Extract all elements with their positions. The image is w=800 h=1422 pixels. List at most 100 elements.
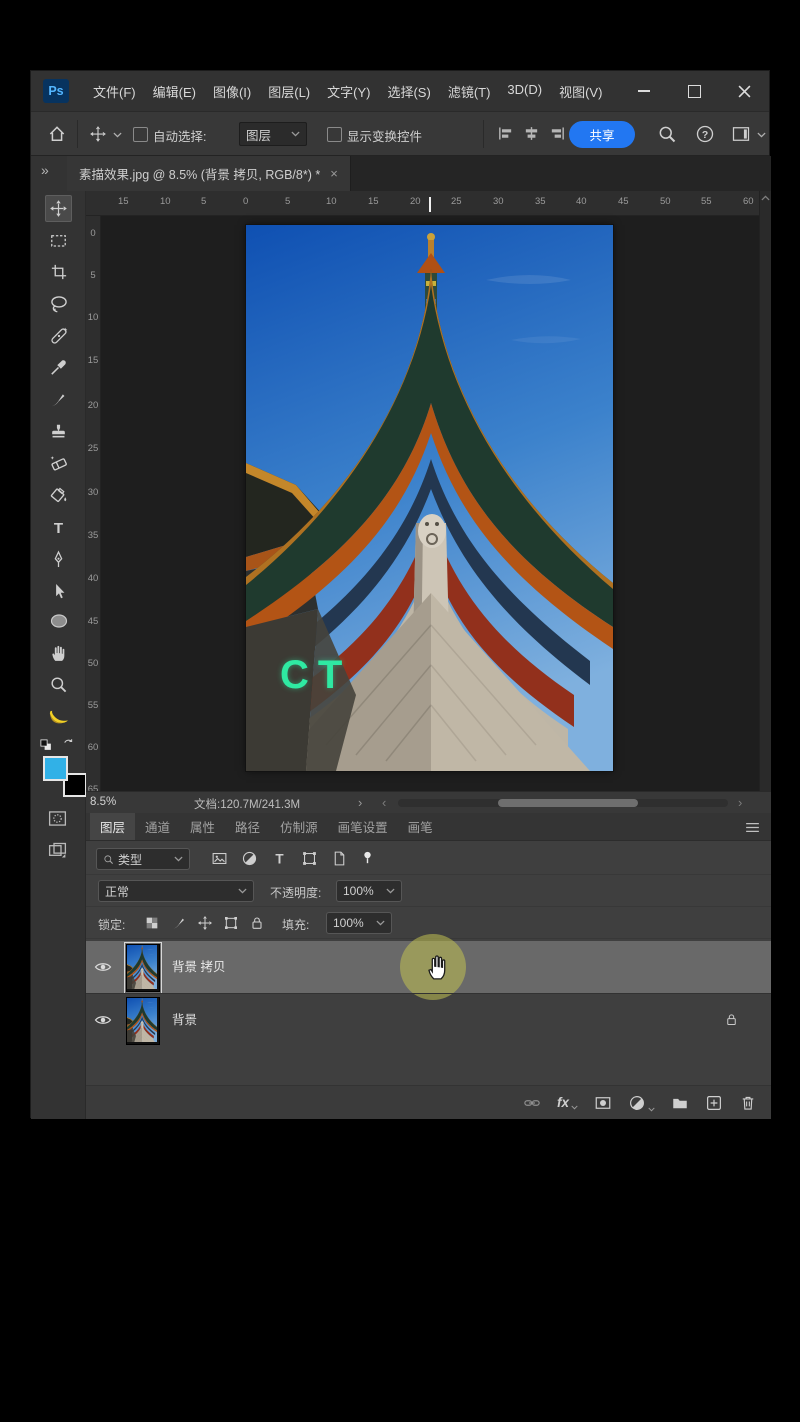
layer-thumbnail[interactable] — [123, 941, 163, 995]
layer-name[interactable]: 背景 拷贝 — [172, 941, 225, 993]
tab-properties[interactable]: 属性 — [180, 813, 225, 840]
lock-all-icon[interactable] — [249, 915, 265, 931]
align-right-icon[interactable] — [549, 125, 566, 142]
crop-tool[interactable] — [45, 258, 72, 285]
layer-row-background-copy[interactable]: 背景 拷贝 — [86, 934, 771, 1000]
banana-tool[interactable] — [45, 703, 72, 730]
move-tool[interactable] — [45, 195, 72, 222]
scroll-left-icon[interactable]: ‹ — [382, 795, 386, 810]
scroll-right-icon[interactable]: › — [738, 795, 742, 810]
menu-view[interactable]: 视图(V) — [559, 82, 602, 101]
smart-object-filter-icon[interactable] — [331, 850, 348, 867]
shape-layer-filter-icon[interactable] — [301, 850, 318, 867]
lasso-tool[interactable] — [45, 290, 72, 317]
tab-layers[interactable]: 图层 — [90, 813, 136, 840]
auto-select-target-dropdown[interactable]: 图层 — [239, 122, 307, 146]
link-layers-icon[interactable] — [523, 1094, 541, 1112]
tab-brush-settings[interactable]: 画笔设置 — [328, 813, 398, 840]
tab-paths[interactable]: 路径 — [225, 813, 270, 840]
chevron-down-icon[interactable] — [113, 132, 122, 138]
default-colors-icon[interactable] — [39, 738, 54, 753]
zoom-level[interactable]: 8.5% — [90, 796, 116, 808]
zoom-tool[interactable] — [45, 671, 72, 698]
layer-filter-dropdown[interactable]: 类型 — [96, 848, 190, 870]
new-group-icon[interactable] — [671, 1094, 689, 1112]
layer-row-background[interactable]: 背景 — [86, 994, 771, 1046]
menu-image[interactable]: 图像(I) — [213, 82, 251, 101]
type-tool[interactable] — [45, 514, 72, 541]
foreground-color-swatch[interactable] — [43, 756, 68, 781]
visibility-eye-icon[interactable] — [94, 958, 112, 976]
tab-brushes[interactable]: 画笔 — [398, 813, 443, 840]
home-icon[interactable] — [47, 124, 67, 144]
lock-position-icon[interactable] — [197, 915, 213, 931]
menu-layer[interactable]: 图层(L) — [268, 82, 310, 101]
eyedropper-tool[interactable] — [45, 354, 72, 381]
align-center-icon[interactable] — [523, 125, 540, 142]
vertical-ruler[interactable]: 0 5 10 15 20 25 30 35 40 45 50 55 60 65 — [86, 216, 101, 794]
type-layer-filter-icon[interactable] — [271, 850, 288, 867]
layer-name[interactable]: 背景 — [172, 994, 197, 1046]
lock-pixels-icon[interactable] — [171, 915, 187, 931]
panel-menu-icon[interactable] — [744, 819, 761, 836]
horizontal-scrollbar-thumb[interactable] — [498, 799, 638, 807]
close-tab-icon[interactable]: × — [330, 166, 338, 181]
new-adjustment-layer-button[interactable] — [628, 1094, 655, 1112]
document-tab[interactable]: 素描效果.jpg @ 8.5% (背景 拷贝, RGB/8*) * × — [67, 156, 351, 191]
layer-style-button[interactable]: fx — [557, 1095, 578, 1110]
menu-edit[interactable]: 编辑(E) — [153, 82, 196, 101]
delete-layer-icon[interactable] — [739, 1094, 757, 1112]
tab-clone-source[interactable]: 仿制源 — [270, 813, 328, 840]
swap-colors-icon[interactable] — [61, 737, 76, 752]
filter-toggle-icon[interactable] — [359, 849, 376, 866]
hand-tool[interactable] — [45, 639, 72, 666]
collapse-toolbar-button[interactable]: » — [41, 162, 49, 178]
canvas-pasteboard[interactable]: CT — [101, 216, 759, 791]
maximize-button[interactable] — [669, 71, 719, 111]
status-expand-icon[interactable]: › — [358, 795, 362, 810]
gradient-tool[interactable] — [45, 482, 72, 509]
canvas-image[interactable]: CT — [245, 224, 614, 772]
screen-mode-button[interactable] — [47, 840, 68, 861]
eraser-tool[interactable] — [45, 450, 72, 477]
menu-3d[interactable]: 3D(D) — [507, 82, 542, 101]
brush-tool[interactable] — [45, 386, 72, 413]
show-transform-checkbox[interactable] — [327, 127, 342, 142]
move-tool-icon[interactable] — [89, 125, 107, 143]
shape-tool[interactable] — [45, 607, 72, 634]
adjustment-layer-filter-icon[interactable] — [241, 850, 258, 867]
document-info[interactable]: 文档:120.7M/241.3M — [194, 796, 300, 812]
chevron-down-icon[interactable] — [757, 132, 766, 138]
minimize-button[interactable] — [619, 71, 669, 111]
new-layer-icon[interactable] — [705, 1094, 723, 1112]
layer-thumbnail[interactable] — [126, 997, 160, 1045]
menu-type[interactable]: 文字(Y) — [327, 82, 370, 101]
tab-channels[interactable]: 通道 — [135, 813, 180, 840]
vertical-scrollbar[interactable] — [759, 191, 771, 791]
close-button[interactable] — [719, 71, 769, 111]
menu-file[interactable]: 文件(F) — [93, 82, 136, 101]
auto-select-checkbox[interactable] — [133, 127, 148, 142]
path-selection-tool[interactable] — [45, 578, 72, 605]
lock-transparency-icon[interactable] — [144, 915, 160, 931]
align-left-icon[interactable] — [497, 125, 514, 142]
lock-artboard-icon[interactable] — [223, 915, 239, 931]
fill-input[interactable]: 100% — [326, 912, 392, 934]
opacity-input[interactable]: 100% — [336, 880, 402, 902]
add-layer-mask-icon[interactable] — [594, 1094, 612, 1112]
pen-tool[interactable] — [45, 546, 72, 573]
workspace-icon[interactable] — [731, 124, 751, 144]
help-icon[interactable] — [695, 124, 715, 144]
pixel-layer-filter-icon[interactable] — [211, 850, 228, 867]
clone-stamp-tool[interactable] — [45, 418, 72, 445]
share-button[interactable]: 共享 — [569, 121, 635, 148]
visibility-eye-icon[interactable] — [94, 1011, 112, 1029]
scroll-up-icon[interactable] — [761, 195, 770, 201]
blend-mode-dropdown[interactable]: 正常 — [98, 880, 254, 902]
menu-select[interactable]: 选择(S) — [387, 82, 430, 101]
quick-mask-button[interactable] — [47, 808, 68, 829]
horizontal-ruler[interactable]: 15 10 5 0 5 10 15 20 25 30 35 40 45 50 5… — [86, 191, 759, 216]
spot-healing-brush-tool[interactable] — [45, 322, 72, 349]
horizontal-scrollbar[interactable] — [398, 799, 728, 807]
marquee-tool[interactable] — [45, 227, 72, 254]
